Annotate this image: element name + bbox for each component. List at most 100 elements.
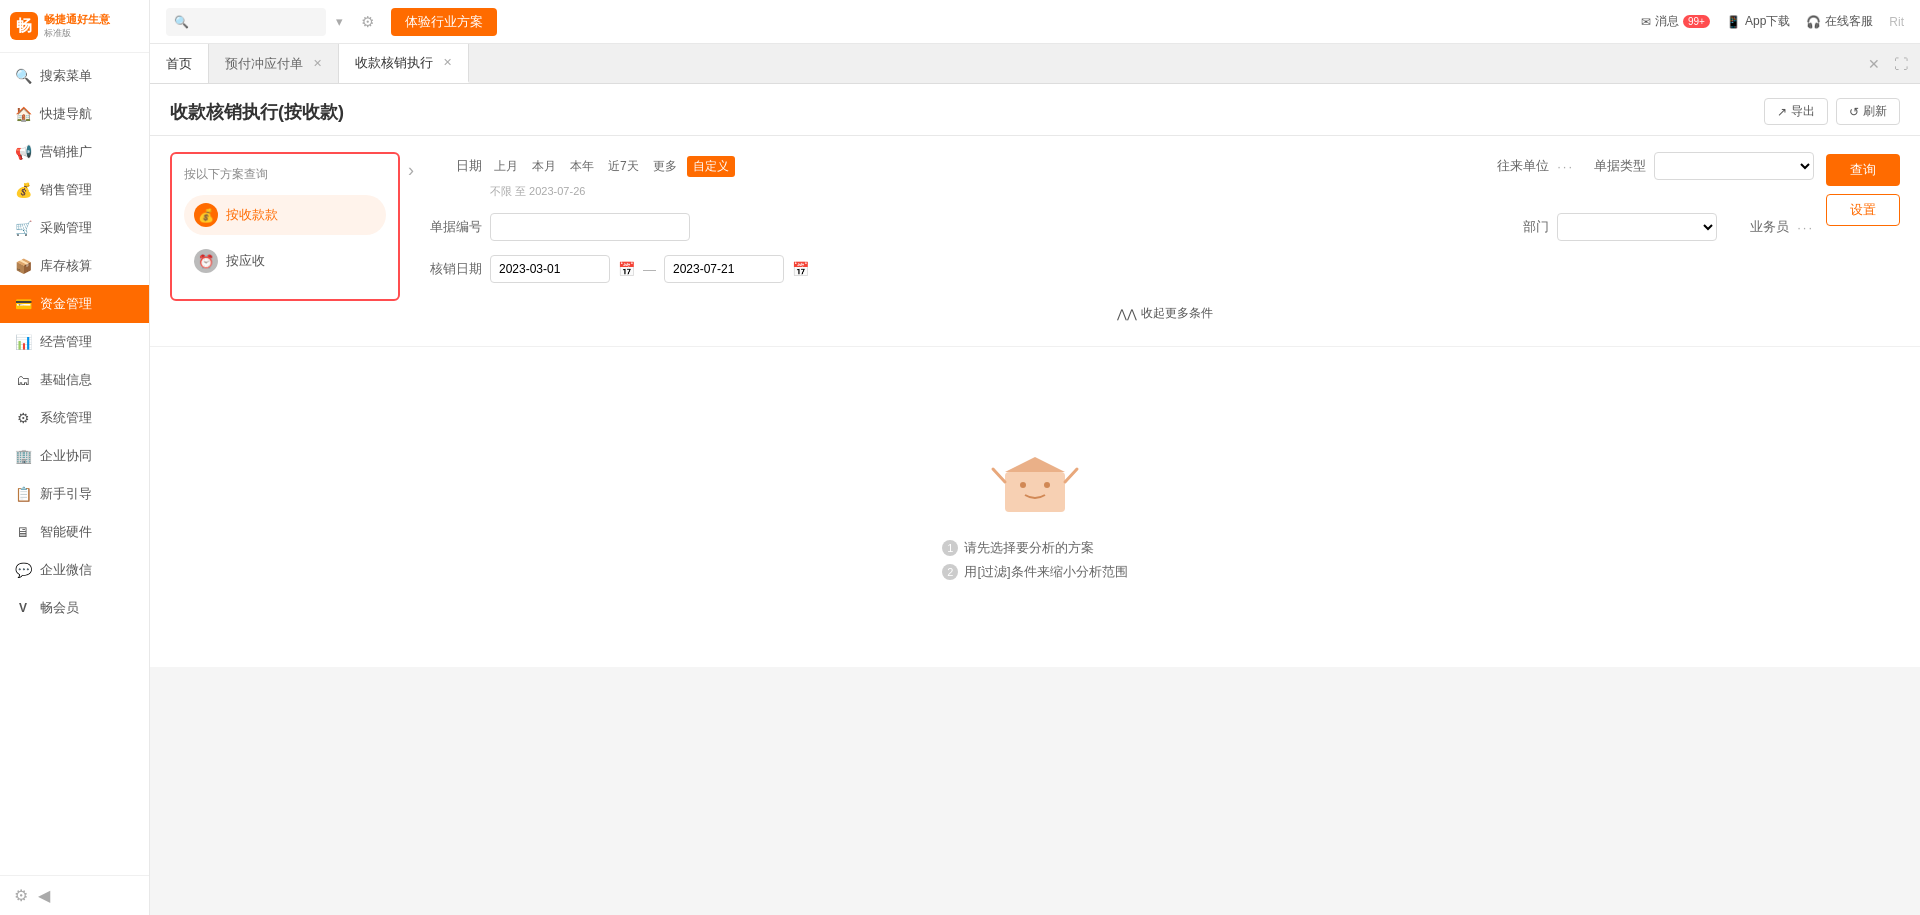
sidebar-item-quicknav[interactable]: 🏠 快捷导航: [0, 95, 149, 133]
sidebar-item-inventory[interactable]: 📦 库存核算: [0, 247, 149, 285]
calendar-start-icon[interactable]: 📅: [618, 261, 635, 277]
sidebar-item-enterprise[interactable]: 🏢 企业协同: [0, 437, 149, 475]
verify-date-start-input[interactable]: [490, 255, 610, 283]
sidebar-item-wechat[interactable]: 💬 企业微信: [0, 551, 149, 589]
filter-option-by-receivable[interactable]: ⏰ 按应收: [184, 241, 386, 281]
date-this-month[interactable]: 本月: [528, 156, 560, 177]
date-label: 日期: [430, 157, 482, 175]
partner-input[interactable]: ···: [1557, 159, 1574, 174]
expand-tabs-icon[interactable]: ⛶: [1890, 52, 1912, 76]
sidebar-item-guide[interactable]: 📋 新手引导: [0, 475, 149, 513]
staff-input[interactable]: ···: [1797, 220, 1814, 235]
sidebar-item-basic[interactable]: 🗂 基础信息: [0, 361, 149, 399]
tab-collection[interactable]: 收款核销执行 ✕: [339, 44, 469, 83]
hardware-icon: 🖥: [14, 523, 32, 541]
filter-collapse-icon[interactable]: ›: [408, 160, 414, 181]
sidebar-bottom: ⚙ ◀: [0, 875, 149, 915]
finance-icon: 💳: [14, 295, 32, 313]
tabbar-actions: ✕ ⛶: [1864, 52, 1920, 76]
topbar-gear-icon[interactable]: ⚙: [353, 8, 381, 36]
date-custom[interactable]: 自定义: [687, 156, 735, 177]
date-shortcuts: 上月 本月 本年 近7天 更多 自定义: [490, 156, 735, 177]
message-button[interactable]: ✉ 消息 99+: [1641, 13, 1710, 30]
tab-home[interactable]: 首页: [150, 44, 209, 83]
logo-badge: 标准版: [44, 27, 110, 40]
settings-bottom-icon[interactable]: ⚙: [14, 886, 28, 905]
empty-tip-2: 用[过滤]条件来缩小分析范围: [942, 563, 1127, 581]
refresh-button[interactable]: ↺ 刷新: [1836, 98, 1900, 125]
guide-icon: 📋: [14, 485, 32, 503]
filter-scheme-panel: 按以下方案查询 💰 按收款款 ⏰ 按应收: [170, 152, 400, 301]
page-header-actions: ↗ 导出 ↺ 刷新: [1764, 98, 1900, 125]
industry-solution-button[interactable]: 体验行业方案: [391, 8, 497, 36]
tab-prepay-close[interactable]: ✕: [313, 57, 322, 70]
sidebar-label-quicknav: 快捷导航: [40, 105, 92, 123]
topbar-dropdown-icon[interactable]: ▾: [336, 14, 343, 29]
filter-date-item: 日期 上月 本月 本年 近7天 更多 自定义: [430, 156, 1477, 177]
sidebar-item-member[interactable]: V 畅会员: [0, 589, 149, 627]
page-content: 收款核销执行(按收款) ↗ 导出 ↺ 刷新 按以下方案查询 💰: [150, 84, 1920, 915]
svg-rect-0: [1005, 472, 1065, 512]
marketing-icon: 📢: [14, 143, 32, 161]
app-download-label: App下载: [1745, 13, 1790, 30]
sidebar-item-hardware[interactable]: 🖥 智能硬件: [0, 513, 149, 551]
online-service-button[interactable]: 🎧 在线客服: [1806, 13, 1873, 30]
verify-date-end-input[interactable]: [664, 255, 784, 283]
date-range-dash: —: [643, 262, 656, 277]
svg-line-4: [1065, 469, 1077, 482]
sidebar-item-marketing[interactable]: 📢 营销推广: [0, 133, 149, 171]
sidebar-item-system[interactable]: ⚙ 系统管理: [0, 399, 149, 437]
sidebar-item-sales[interactable]: 💰 销售管理: [0, 171, 149, 209]
enterprise-icon: 🏢: [14, 447, 32, 465]
topbar-right: ✉ 消息 99+ 📱 App下载 🎧 在线客服 Rit: [1641, 13, 1904, 30]
tab-prepay[interactable]: 预付冲应付单 ✕: [209, 44, 339, 83]
empty-tip-1: 请先选择要分析的方案: [942, 539, 1127, 557]
tab-prepay-label: 预付冲应付单: [225, 55, 303, 73]
app-download-button[interactable]: 📱 App下载: [1726, 13, 1790, 30]
calendar-end-icon[interactable]: 📅: [792, 261, 809, 277]
sidebar-label-system: 系统管理: [40, 409, 92, 427]
date-more[interactable]: 更多: [649, 156, 681, 177]
partner-label: 往来单位: [1497, 157, 1549, 175]
dept-select[interactable]: [1557, 213, 1717, 241]
sidebar-label-sales: 销售管理: [40, 181, 92, 199]
tab-collection-label: 收款核销执行: [355, 54, 433, 72]
doc-type-select[interactable]: [1654, 152, 1814, 180]
close-all-tabs-icon[interactable]: ✕: [1864, 52, 1884, 76]
sidebar-item-purchase[interactable]: 🛒 采购管理: [0, 209, 149, 247]
tabbar: 首页 预付冲应付单 ✕ 收款核销执行 ✕ ✕ ⛶: [150, 44, 1920, 84]
refresh-icon: ↺: [1849, 105, 1859, 119]
user-name[interactable]: Rit: [1889, 15, 1904, 29]
sidebar-item-search[interactable]: 🔍 搜索菜单: [0, 57, 149, 95]
filter-option-by-collection[interactable]: 💰 按收款款: [184, 195, 386, 235]
sidebar-label-marketing: 营销推广: [40, 143, 92, 161]
member-icon: V: [14, 599, 32, 617]
logo-icon: 畅: [10, 12, 38, 40]
date-7days[interactable]: 近7天: [604, 156, 643, 177]
sidebar-item-finance[interactable]: 💳 资金管理: [0, 285, 149, 323]
filter-row-2: 单据编号 部门 业务员 ···: [430, 213, 1814, 241]
main-area: 🔍 ▾ ⚙ 体验行业方案 ✉ 消息 99+ 📱 App下载 🎧 在线客服 Rit: [150, 0, 1920, 915]
collapse-more-label: 收起更多条件: [1141, 305, 1213, 322]
date-last-month[interactable]: 上月: [490, 156, 522, 177]
export-button[interactable]: ↗ 导出: [1764, 98, 1828, 125]
date-this-year[interactable]: 本年: [566, 156, 598, 177]
sidebar-item-operation[interactable]: 📊 经营管理: [0, 323, 149, 361]
empty-tips-list: 请先选择要分析的方案 用[过滤]条件来缩小分析范围: [942, 539, 1127, 587]
receivable-icon: ⏰: [194, 249, 218, 273]
page-title: 收款核销执行(按收款): [170, 100, 344, 124]
tab-home-label: 首页: [166, 55, 192, 73]
query-button[interactable]: 查询: [1826, 154, 1900, 186]
filter-verify-date-item: 核销日期 📅 — 📅: [430, 255, 1814, 283]
filter-area: 按以下方案查询 💰 按收款款 ⏰ 按应收 ›: [150, 136, 1920, 347]
collapse-more-button[interactable]: ⋀⋀ 收起更多条件: [430, 297, 1900, 330]
sidebar-nav: 🔍 搜索菜单 🏠 快捷导航 📢 营销推广 💰 销售管理 🛒 采购管理 📦 库存核…: [0, 53, 149, 875]
online-service-label: 在线客服: [1825, 13, 1873, 30]
collapse-sidebar-icon[interactable]: ◀: [38, 886, 50, 905]
inventory-icon: 📦: [14, 257, 32, 275]
settings-button[interactable]: 设置: [1826, 194, 1900, 226]
page-header: 收款核销执行(按收款) ↗ 导出 ↺ 刷新: [150, 84, 1920, 136]
docno-input[interactable]: [490, 213, 690, 241]
tab-collection-close[interactable]: ✕: [443, 56, 452, 69]
topbar-search-box[interactable]: 🔍: [166, 8, 326, 36]
